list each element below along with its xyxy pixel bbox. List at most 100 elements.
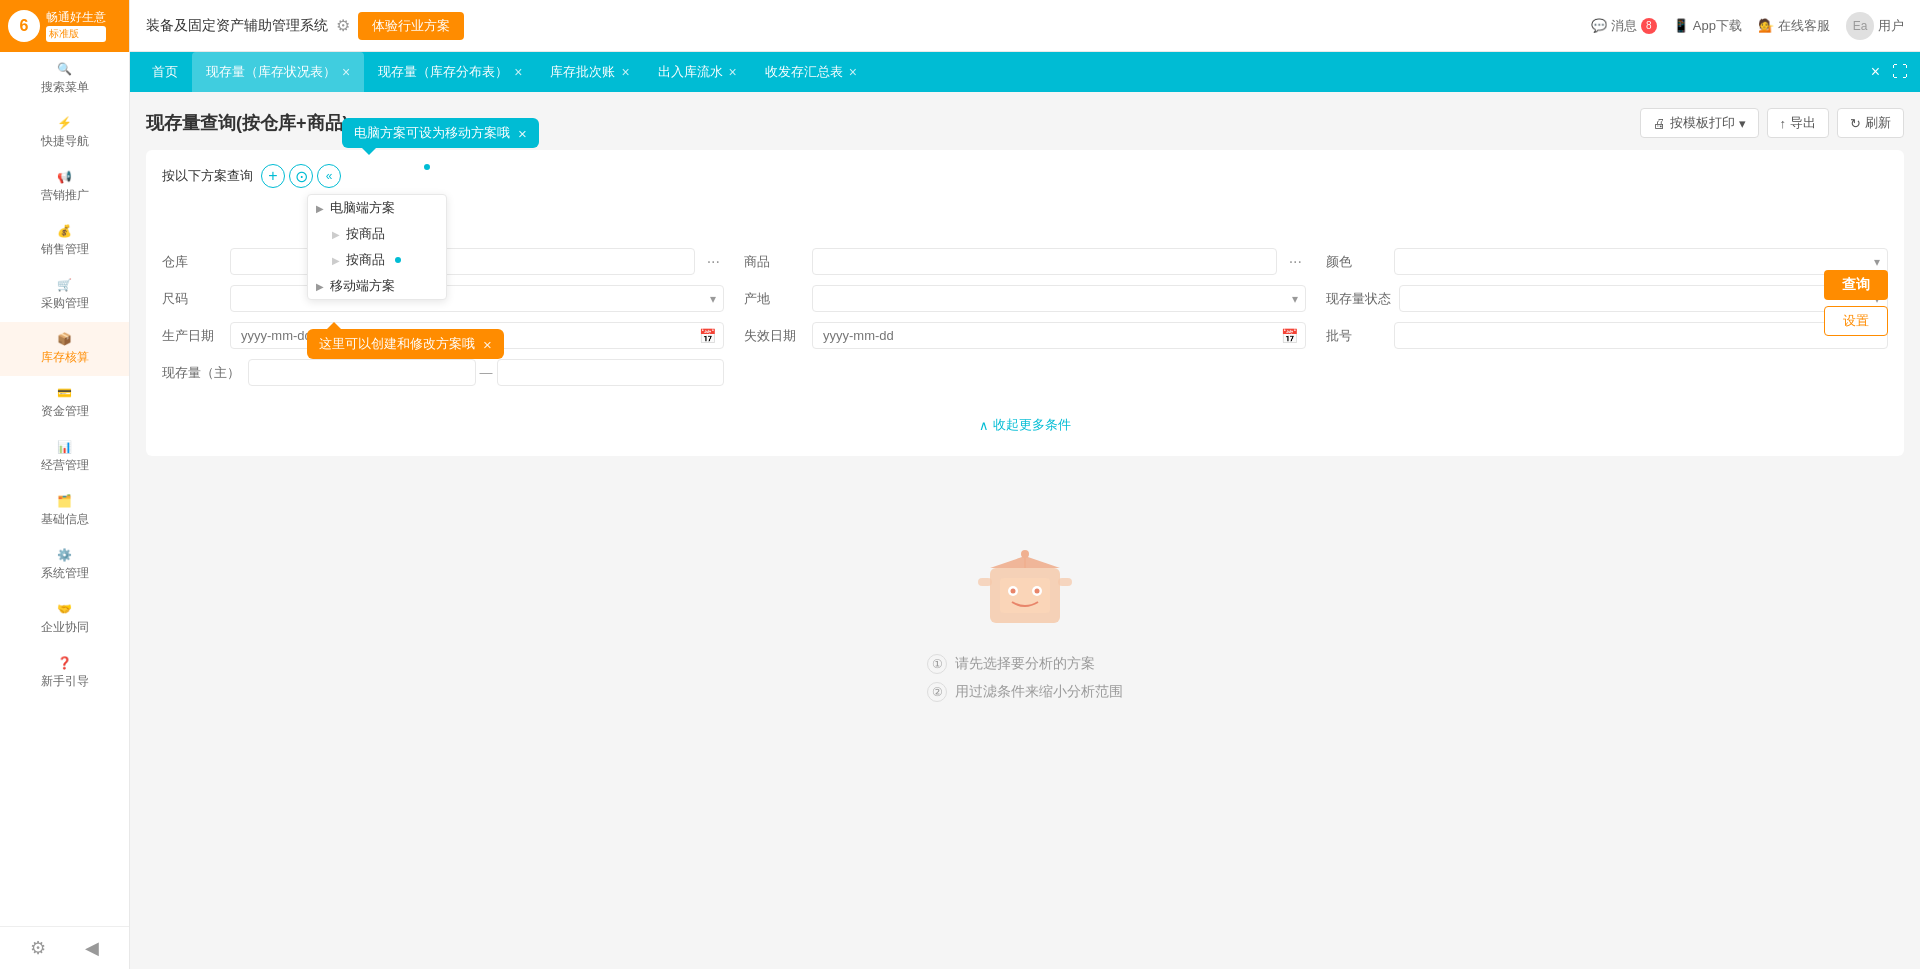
search-actions: 查询 设置 <box>1824 270 1888 336</box>
page-container: 现存量查询(按仓库+商品) 🖨 按模板打印 ▾ ↑ 导出 ↻ 刷新 <box>130 92 1920 969</box>
search-button[interactable]: 查询 <box>1824 270 1888 300</box>
sidebar-item-inventory[interactable]: 📦 库存核算 <box>0 322 129 376</box>
export-btn[interactable]: ↑ 导出 <box>1767 108 1830 138</box>
app-download-btn[interactable]: 📱 App下载 <box>1673 17 1742 35</box>
online-service-btn[interactable]: 💁 在线客服 <box>1758 17 1830 35</box>
notice-btn[interactable]: 💬 消息 8 <box>1591 17 1657 35</box>
collapse-sidebar-btn[interactable]: ◀ <box>85 937 99 959</box>
tabs-close-all-btn[interactable]: × <box>1867 59 1884 85</box>
collapse-label: 收起更多条件 <box>993 416 1071 434</box>
notice-label: 消息 <box>1611 17 1637 35</box>
origin-row: 产地 ▾ <box>744 285 1306 312</box>
sidebar-item-basic[interactable]: 🗂️ 基础信息 <box>0 484 129 538</box>
warehouse-label: 仓库 <box>162 253 222 271</box>
print-btn[interactable]: 🖨 按模板打印 ▾ <box>1640 108 1759 138</box>
size-select[interactable] <box>230 285 724 312</box>
notice-icon: 💬 <box>1591 18 1607 33</box>
tab-home[interactable]: 首页 <box>138 52 192 92</box>
plan-item-2[interactable]: ▶ 按商品 <box>324 247 446 273</box>
sidebar-item-purchase[interactable]: 🛒 采购管理 <box>0 268 129 322</box>
tab-close-inventory-batch[interactable]: × <box>621 64 629 80</box>
stock-qty-row: 现存量（主） — <box>162 359 724 386</box>
exp-date-row: 失效日期 📅 <box>744 322 1306 349</box>
goods-ellipsis[interactable]: ··· <box>1285 253 1306 271</box>
print-icon: 🖨 <box>1653 116 1666 131</box>
batch-input[interactable] <box>1394 322 1888 349</box>
stock-status-select[interactable] <box>1399 285 1888 312</box>
page-title: 现存量查询(按仓库+商品) <box>146 111 349 135</box>
prod-date-icon[interactable]: 📅 <box>699 328 716 344</box>
copy-plan-btn[interactable]: ⊙ <box>289 164 313 188</box>
sidebar-item-operations[interactable]: 📊 经营管理 <box>0 430 129 484</box>
system-name: 装备及固定资产辅助管理系统 <box>146 17 328 35</box>
user-avatar: Ea <box>1846 12 1874 40</box>
svg-rect-1 <box>1000 578 1050 613</box>
color-select[interactable] <box>1394 248 1888 275</box>
add-plan-btn[interactable]: + <box>261 164 285 188</box>
tooltip-bottom-close[interactable]: × <box>483 336 492 353</box>
desktop-plan-group[interactable]: ▶ 电脑端方案 <box>308 195 446 221</box>
color-row: 颜色 ▾ <box>1326 248 1888 275</box>
sidebar-item-marketing[interactable]: 📢 营销推广 <box>0 160 129 214</box>
user-menu-btn[interactable]: Ea 用户 <box>1846 12 1904 40</box>
tab-close-in-out-flow[interactable]: × <box>729 64 737 80</box>
sidebar-item-sales[interactable]: 💰 销售管理 <box>0 214 129 268</box>
tab-receive-send[interactable]: 收发存汇总表 × <box>751 52 871 92</box>
reset-button[interactable]: 设置 <box>1824 306 1888 336</box>
move-plan-btn[interactable]: « <box>317 164 341 188</box>
warehouse-ellipsis[interactable]: ··· <box>703 253 724 271</box>
tab-inventory-batch[interactable]: 库存批次账 × <box>536 52 643 92</box>
settings-footer-btn[interactable]: ⚙ <box>30 937 46 959</box>
stock-status-label: 现存量状态 <box>1326 290 1391 308</box>
goods-input[interactable] <box>812 248 1277 275</box>
empty-steps: ① 请先选择要分析的方案 ② 用过滤条件来缩小分析范围 <box>927 654 1123 702</box>
prod-date-label: 生产日期 <box>162 327 222 345</box>
tab-close-inventory-status[interactable]: × <box>342 64 350 80</box>
tab-inventory-status[interactable]: 现存量（库存状况表） × <box>192 52 364 92</box>
sidebar-footer: ⚙ ◀ <box>0 926 129 969</box>
sidebar-item-search[interactable]: 🔍 搜索菜单 <box>0 52 129 106</box>
sidebar-item-system[interactable]: ⚙️ 系统管理 <box>0 538 129 592</box>
svg-rect-9 <box>1058 578 1072 586</box>
tab-close-receive-send[interactable]: × <box>849 64 857 80</box>
mobile-plan-group[interactable]: ▶ 移动端方案 <box>308 273 446 299</box>
origin-select[interactable] <box>812 285 1306 312</box>
tab-inventory-dist[interactable]: 现存量（库存分布表） × <box>364 52 536 92</box>
timeline-dot <box>422 162 432 172</box>
tooltip-top-close[interactable]: × <box>518 125 527 142</box>
warehouse-input[interactable] <box>230 248 695 275</box>
settings-icon[interactable]: ⚙ <box>336 16 350 35</box>
trial-btn[interactable]: 体验行业方案 <box>358 12 464 40</box>
sidebar-item-enterprise[interactable]: 🤝 企业协同 <box>0 592 129 646</box>
tooltip-text: 电脑方案可设为移动方案哦 <box>354 124 510 142</box>
tabs-actions: × ⛶ <box>1867 59 1912 85</box>
collapse-bar[interactable]: ∧ 收起更多条件 <box>162 408 1888 442</box>
sidebar-item-finance[interactable]: 💳 资金管理 <box>0 376 129 430</box>
exp-date-icon[interactable]: 📅 <box>1281 328 1298 344</box>
tab-close-inventory-dist[interactable]: × <box>514 64 522 80</box>
query-panel: 按以下方案查询 + ⊙ « 电脑方案可设为移动方案哦 × ▶ 电脑端方案 <box>146 150 1904 456</box>
tooltip-bottom-text: 这里可以创建和修改方案哦 <box>319 335 475 353</box>
user-label: 用户 <box>1878 17 1904 35</box>
tabs-fullscreen-btn[interactable]: ⛶ <box>1888 59 1912 85</box>
stock-qty-min[interactable] <box>248 359 476 386</box>
origin-label: 产地 <box>744 290 804 308</box>
size-label: 尺码 <box>162 290 222 308</box>
notice-badge: 8 <box>1641 18 1657 34</box>
refresh-btn[interactable]: ↻ 刷新 <box>1837 108 1904 138</box>
tooltip-create-plan: 这里可以创建和修改方案哦 × <box>307 329 504 359</box>
sidebar-item-quicknav[interactable]: ⚡ 快捷导航 <box>0 106 129 160</box>
tabs-bar: 首页 现存量（库存状况表） × 现存量（库存分布表） × 库存批次账 × 出入库… <box>130 52 1920 92</box>
tab-in-out-flow[interactable]: 出入库流水 × <box>644 52 751 92</box>
color-label: 颜色 <box>1326 253 1386 271</box>
sidebar-nav: 🔍 搜索菜单 ⚡ 快捷导航 📢 营销推广 💰 销售管理 🛒 采购管理 📦 库存核… <box>0 52 129 926</box>
logo-text: 畅通好生意 <box>46 10 106 26</box>
print-arrow: ▾ <box>1739 116 1746 131</box>
sidebar-item-guide[interactable]: ❓ 新手引导 <box>0 646 129 700</box>
stock-qty-max[interactable] <box>497 359 725 386</box>
query-header-label: 按以下方案查询 <box>162 167 253 185</box>
exp-date-label: 失效日期 <box>744 327 804 345</box>
plan-item-1[interactable]: ▶ 按商品 <box>324 221 446 247</box>
exp-date-input[interactable] <box>812 322 1306 349</box>
range-sep: — <box>480 365 493 380</box>
